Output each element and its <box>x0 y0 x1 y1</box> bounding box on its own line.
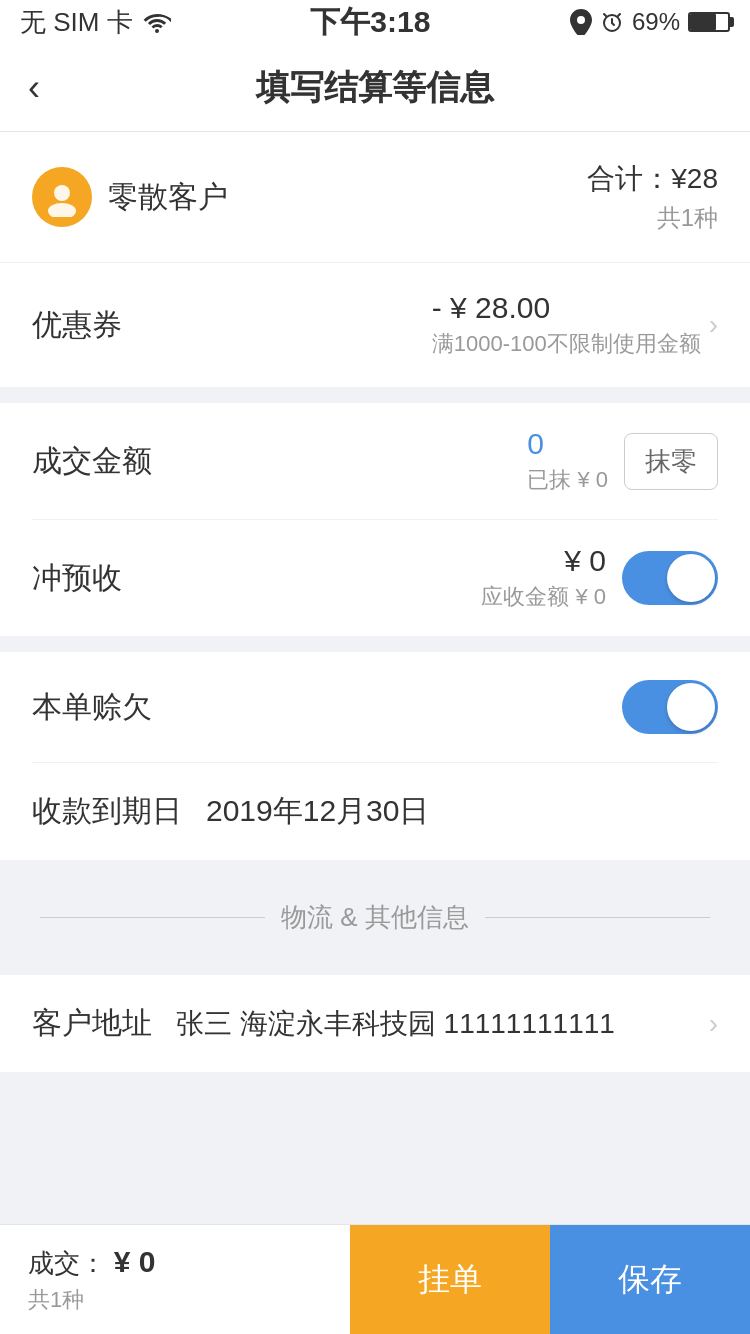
avatar-icon <box>42 177 82 217</box>
coupon-desc: 满1000-100不限制使用金额 <box>432 329 701 359</box>
transaction-value: 0 <box>527 427 608 461</box>
transaction-row: 成交金额 0 已抹 ¥ 0 抹零 <box>32 403 718 520</box>
prepayment-toggle[interactable] <box>622 551 718 605</box>
transaction-right: 0 已抹 ¥ 0 抹零 <box>527 427 718 495</box>
save-button[interactable]: 保存 <box>550 1225 750 1334</box>
status-right: 69% <box>570 8 730 36</box>
battery-icon <box>688 12 730 32</box>
prepay-info: ¥ 0 应收金额 ¥ 0 <box>481 544 606 612</box>
prepayment-label: 冲预收 <box>32 558 122 599</box>
address-row[interactable]: 客户地址 张三 海淀永丰科技园 11111111111 › <box>0 975 750 1072</box>
status-left: 无 SIM 卡 <box>20 5 171 40</box>
due-date-value: 2019年12月30日 <box>206 791 429 832</box>
battery-percent: 69% <box>632 8 680 36</box>
location-icon <box>570 9 592 35</box>
logistics-section: 物流 & 其他信息 <box>0 876 750 959</box>
hang-button[interactable]: 挂单 <box>350 1225 550 1334</box>
credit-toggle[interactable] <box>622 680 718 734</box>
customer-right: 合计：¥28 共1种 <box>587 160 718 234</box>
coupon-label: 优惠券 <box>32 305 122 346</box>
page-title: 填写结算等信息 <box>256 65 494 111</box>
customer-name: 零散客户 <box>108 177 228 218</box>
coupon-info: - ¥ 28.00 满1000-100不限制使用金额 <box>432 291 701 359</box>
prepay-amount: ¥ 0 <box>481 544 606 578</box>
customer-section: 零散客户 合计：¥28 共1种 优惠券 - ¥ 28.00 满1000-100不… <box>0 132 750 387</box>
total-count: 共1种 <box>587 202 718 234</box>
coupon-right: - ¥ 28.00 满1000-100不限制使用金额 › <box>432 291 718 359</box>
credit-section: 本单赊欠 收款到期日 2019年12月30日 <box>0 652 750 860</box>
alarm-icon <box>600 10 624 34</box>
credit-row: 本单赊欠 <box>32 652 718 763</box>
main-content: 零散客户 合计：¥28 共1种 优惠券 - ¥ 28.00 满1000-100不… <box>0 132 750 1208</box>
coupon-row[interactable]: 优惠券 - ¥ 28.00 满1000-100不限制使用金额 › <box>0 262 750 387</box>
prepayment-right: ¥ 0 应收金额 ¥ 0 <box>481 544 718 612</box>
logistics-title: 物流 & 其他信息 <box>281 900 469 935</box>
bottom-deal-row: 成交： ¥ 0 <box>28 1245 322 1281</box>
nav-bar: ‹ 填写结算等信息 <box>0 44 750 132</box>
status-time: 下午3:18 <box>310 2 430 43</box>
address-label: 客户地址 <box>32 1003 152 1044</box>
round-button[interactable]: 抹零 <box>624 433 718 490</box>
bottom-count: 共1种 <box>28 1285 322 1315</box>
svg-point-1 <box>54 185 70 201</box>
credit-toggle-knob <box>667 683 715 731</box>
coupon-chevron-icon: › <box>709 309 718 341</box>
wifi-icon <box>143 11 171 33</box>
prepayment-row: 冲预收 ¥ 0 应收金额 ¥ 0 <box>32 520 718 636</box>
bottom-deal-label: 成交： <box>28 1248 106 1278</box>
address-value: 张三 海淀永丰科技园 11111111111 <box>176 1005 709 1043</box>
transaction-label: 成交金额 <box>32 441 152 482</box>
bottom-info: 成交： ¥ 0 共1种 <box>0 1225 350 1334</box>
customer-left: 零散客户 <box>32 167 228 227</box>
prepay-sub: 应收金额 ¥ 0 <box>481 582 606 612</box>
bottom-bar: 成交： ¥ 0 共1种 挂单 保存 <box>0 1224 750 1334</box>
due-date-label: 收款到期日 <box>32 791 182 832</box>
total-label: 合计：¥28 <box>587 160 718 198</box>
transaction-value-block: 0 已抹 ¥ 0 <box>527 427 608 495</box>
bottom-deal-amount: ¥ 0 <box>114 1245 156 1278</box>
due-date-row: 收款到期日 2019年12月30日 <box>32 763 718 860</box>
toggle-knob <box>667 554 715 602</box>
back-button[interactable]: ‹ <box>28 67 40 109</box>
status-bar: 无 SIM 卡 下午3:18 69% <box>0 0 750 44</box>
no-sim-text: 无 SIM 卡 <box>20 5 133 40</box>
credit-label: 本单赊欠 <box>32 687 152 728</box>
transaction-sub: 已抹 ¥ 0 <box>527 465 608 495</box>
customer-avatar <box>32 167 92 227</box>
customer-row: 零散客户 合计：¥28 共1种 <box>0 132 750 262</box>
transaction-section: 成交金额 0 已抹 ¥ 0 抹零 冲预收 ¥ 0 应收金额 ¥ 0 <box>0 403 750 636</box>
coupon-amount: - ¥ 28.00 <box>432 291 701 325</box>
logistics-header: 物流 & 其他信息 <box>0 876 750 959</box>
address-section: 客户地址 张三 海淀永丰科技园 11111111111 › <box>0 975 750 1072</box>
svg-point-2 <box>48 203 76 217</box>
address-chevron-icon: › <box>709 1008 718 1040</box>
